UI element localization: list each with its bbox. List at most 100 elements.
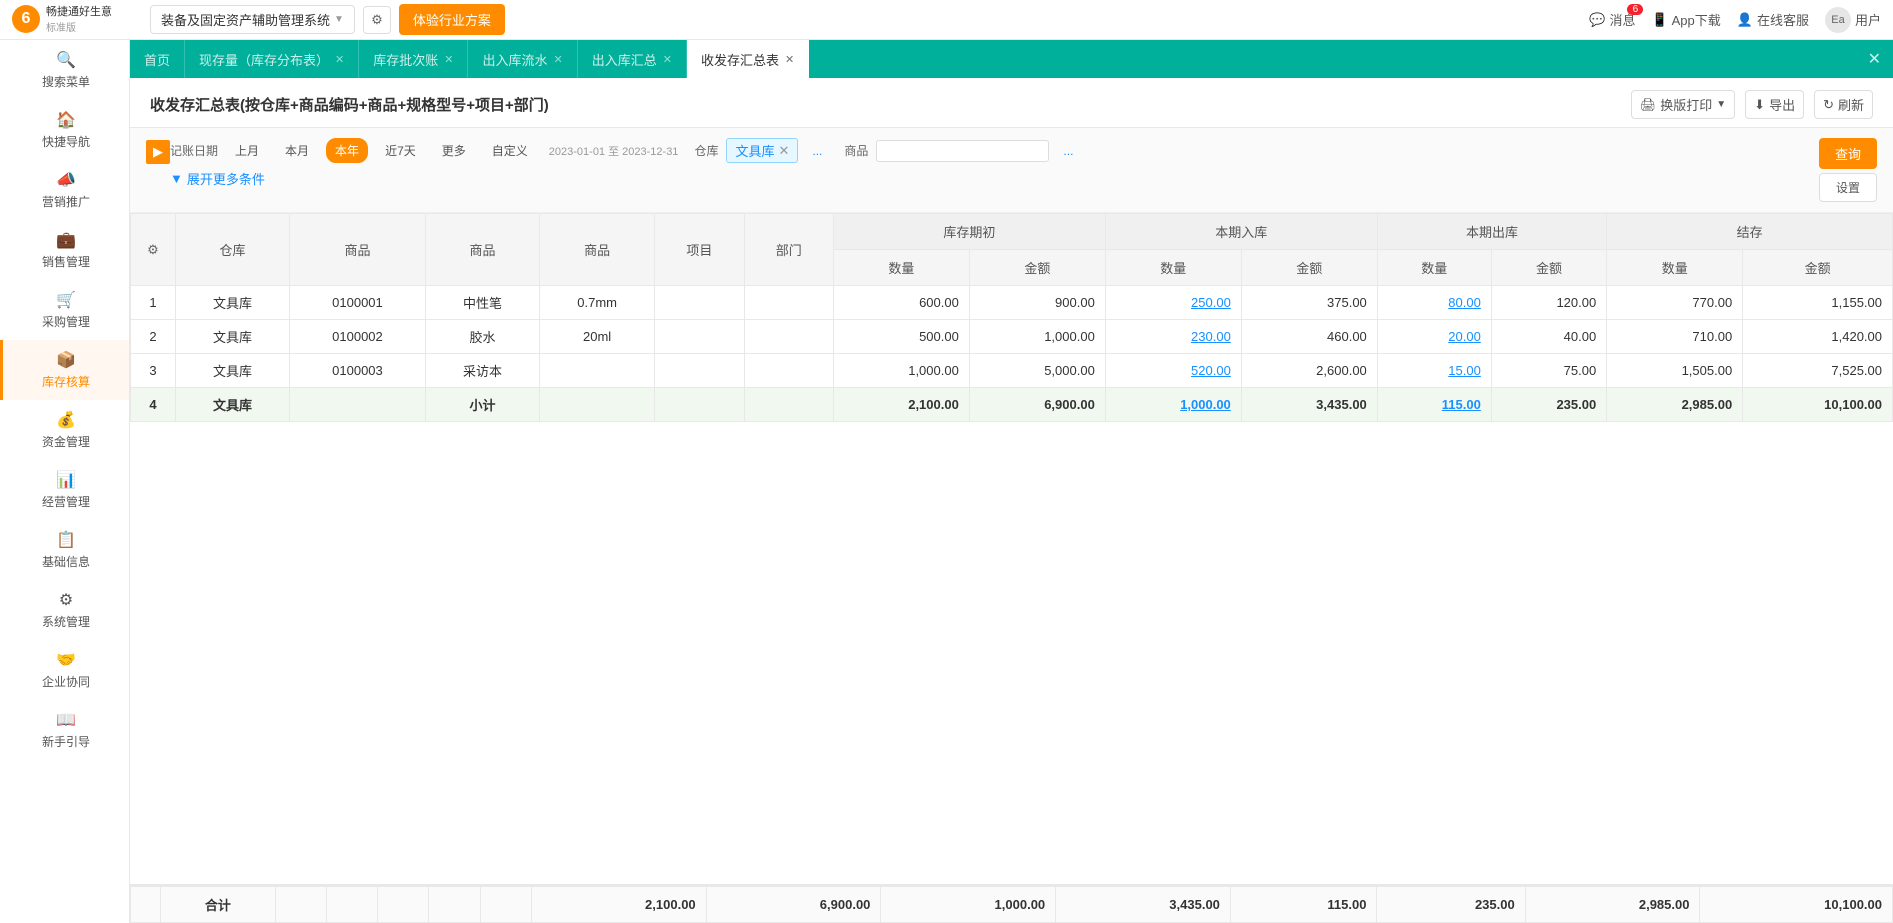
row-goods-spec — [539, 354, 654, 388]
date-btn-more[interactable]: 更多 — [433, 138, 475, 163]
expand-icon: ▼ — [170, 171, 183, 186]
msg-badge: 6 — [1627, 4, 1643, 15]
row-out-qty[interactable]: 15.00 — [1377, 354, 1491, 388]
row-opening-qty: 2,100.00 — [833, 388, 969, 422]
tab-batch-close[interactable]: ✕ — [444, 53, 453, 66]
row-out-qty[interactable]: 80.00 — [1377, 286, 1491, 320]
date-btn-7days[interactable]: 近7天 — [376, 138, 425, 163]
table-container: ⚙ 仓库 商品 商品 商品 项目 部门 库存期初 本期入库 本期出库 结存 — [130, 213, 1893, 884]
row-balance-amt: 7,525.00 — [1743, 354, 1893, 388]
app-download-button[interactable]: 📱 App下载 — [1651, 10, 1720, 29]
sidebar-item-operations[interactable]: 📊 经营管理 — [0, 460, 129, 520]
footer-label: 合计 — [161, 887, 276, 923]
date-btn-this-month[interactable]: 本月 — [276, 138, 318, 163]
online-service-button[interactable]: 👤 在线客服 — [1737, 10, 1809, 29]
sidebar-item-basic-info[interactable]: 📋 基础信息 — [0, 520, 129, 580]
row-goods-spec: 20ml — [539, 320, 654, 354]
sidebar: 🔍 搜索菜单 🏠 快捷导航 📣 营销推广 💼 销售管理 🛒 采购管理 📦 库存核… — [0, 40, 130, 923]
row-out-amt: 40.00 — [1491, 320, 1606, 354]
row-out-qty[interactable]: 20.00 — [1377, 320, 1491, 354]
system-icon: ⚙ — [59, 590, 73, 610]
th-goods-name: 商品 — [425, 214, 539, 286]
query-button[interactable]: 查询 — [1819, 138, 1877, 169]
row-in-qty[interactable]: 520.00 — [1105, 354, 1241, 388]
tab-bar-close-all[interactable]: ✕ — [1856, 49, 1893, 69]
row-goods-code: 0100001 — [289, 286, 425, 320]
user-menu[interactable]: Ea 用户 — [1825, 7, 1881, 33]
footer-opening-amt: 6,900.00 — [706, 887, 881, 923]
footer-out-qty: 115.00 — [1230, 887, 1377, 923]
date-btn-this-year[interactable]: 本年 — [326, 138, 368, 163]
export-icon: ⬇ — [1754, 97, 1765, 113]
sidebar-item-sales[interactable]: 💼 销售管理 — [0, 220, 129, 280]
sidebar-item-inventory[interactable]: 📦 库存核算 — [0, 340, 129, 400]
row-opening-amt: 1,000.00 — [969, 320, 1105, 354]
messages-button[interactable]: 💬 消息 6 — [1589, 10, 1635, 29]
sidebar-item-system[interactable]: ⚙ 系统管理 — [0, 580, 129, 640]
footer-balance-amt: 10,100.00 — [1700, 887, 1893, 923]
warehouse-tag-close[interactable]: ✕ — [778, 143, 789, 159]
sidebar-label-sales: 销售管理 — [42, 253, 90, 270]
expand-conditions-button[interactable]: ▼ 展开更多条件 — [170, 163, 265, 194]
footer-empty-1 — [131, 887, 161, 923]
sidebar-item-marketing[interactable]: 📣 营销推广 — [0, 160, 129, 220]
sidebar-item-purchase[interactable]: 🛒 采购管理 — [0, 280, 129, 340]
export-button[interactable]: ⬇ 导出 — [1745, 90, 1804, 119]
th-opening-amt: 金额 — [969, 250, 1105, 286]
sidebar-label-search: 搜索菜单 — [42, 73, 90, 90]
col-settings-icon[interactable]: ⚙ — [141, 238, 165, 262]
tab-inout-sum-close[interactable]: ✕ — [663, 53, 672, 66]
row-balance-amt: 1,155.00 — [1743, 286, 1893, 320]
th-settings[interactable]: ⚙ — [131, 214, 176, 286]
tab-batch[interactable]: 库存批次账 ✕ — [359, 40, 468, 78]
tab-recv-send[interactable]: 收发存汇总表 ✕ — [687, 40, 809, 78]
date-btn-custom[interactable]: 自定义 — [483, 138, 537, 163]
goods-input[interactable] — [876, 140, 1049, 162]
warehouse-tag[interactable]: 文具库 ✕ — [726, 138, 798, 163]
column-settings-button[interactable]: 设置 — [1819, 173, 1877, 202]
goods-label: 商品 — [844, 142, 868, 159]
tab-home[interactable]: 首页 — [130, 40, 185, 78]
sidebar-item-finance[interactable]: 💰 资金管理 — [0, 400, 129, 460]
refresh-icon: ↻ — [1823, 97, 1834, 113]
search-icon: 🔍 — [56, 50, 76, 70]
tab-stock-dist[interactable]: 现存量（库存分布表） ✕ — [185, 40, 359, 78]
print-button[interactable]: 🖨 换版打印 ▼ — [1631, 90, 1735, 119]
sidebar-item-newbie[interactable]: 📖 新手引导 — [0, 700, 129, 760]
filter-toggle-button[interactable]: ▶ — [146, 140, 170, 164]
row-out-qty[interactable]: 115.00 — [1377, 388, 1491, 422]
main-layout: 🔍 搜索菜单 🏠 快捷导航 📣 营销推广 💼 销售管理 🛒 采购管理 📦 库存核… — [0, 40, 1893, 923]
row-warehouse: 文具库 — [176, 388, 290, 422]
th-goods-spec: 商品 — [539, 214, 654, 286]
filter-row-2: ▼ 展开更多条件 — [170, 163, 1807, 194]
page-title: 收发存汇总表(按仓库+商品编码+商品+规格型号+项目+部门) — [150, 94, 549, 115]
goods-more-btn[interactable]: ... — [1057, 141, 1079, 161]
warehouse-filter-group: 仓库 文具库 ✕ ... — [694, 138, 828, 163]
row-in-qty[interactable]: 230.00 — [1105, 320, 1241, 354]
tab-home-label: 首页 — [144, 50, 170, 69]
th-in-amt: 金额 — [1241, 250, 1377, 286]
sidebar-item-search[interactable]: 🔍 搜索菜单 — [0, 40, 129, 100]
tab-inout-flow[interactable]: 出入库流水 ✕ — [468, 40, 577, 78]
th-out-qty: 数量 — [1377, 250, 1491, 286]
tab-inout-flow-close[interactable]: ✕ — [554, 53, 563, 66]
tab-recv-send-close[interactable]: ✕ — [785, 53, 794, 66]
tab-stock-dist-close[interactable]: ✕ — [335, 53, 344, 66]
trial-button[interactable]: 体验行业方案 — [399, 4, 505, 35]
warehouse-more-btn[interactable]: ... — [806, 141, 828, 161]
sidebar-item-quick-nav[interactable]: 🏠 快捷导航 — [0, 100, 129, 160]
row-in-qty[interactable]: 1,000.00 — [1105, 388, 1241, 422]
row-in-qty[interactable]: 250.00 — [1105, 286, 1241, 320]
row-warehouse: 文具库 — [176, 286, 290, 320]
row-no: 3 — [131, 354, 176, 388]
refresh-button[interactable]: ↻ 刷新 — [1814, 90, 1873, 119]
tab-inout-sum[interactable]: 出入库汇总 ✕ — [578, 40, 687, 78]
row-goods-spec — [539, 388, 654, 422]
sidebar-item-enterprise[interactable]: 🤝 企业协同 — [0, 640, 129, 700]
row-dept — [744, 320, 833, 354]
system-selector[interactable]: 装备及固定资产辅助管理系统 ▼ — [150, 5, 355, 34]
gear-button[interactable]: ⚙ — [363, 6, 391, 34]
row-opening-qty: 600.00 — [833, 286, 969, 320]
date-btn-last-month[interactable]: 上月 — [226, 138, 268, 163]
operations-icon: 📊 — [56, 470, 76, 490]
